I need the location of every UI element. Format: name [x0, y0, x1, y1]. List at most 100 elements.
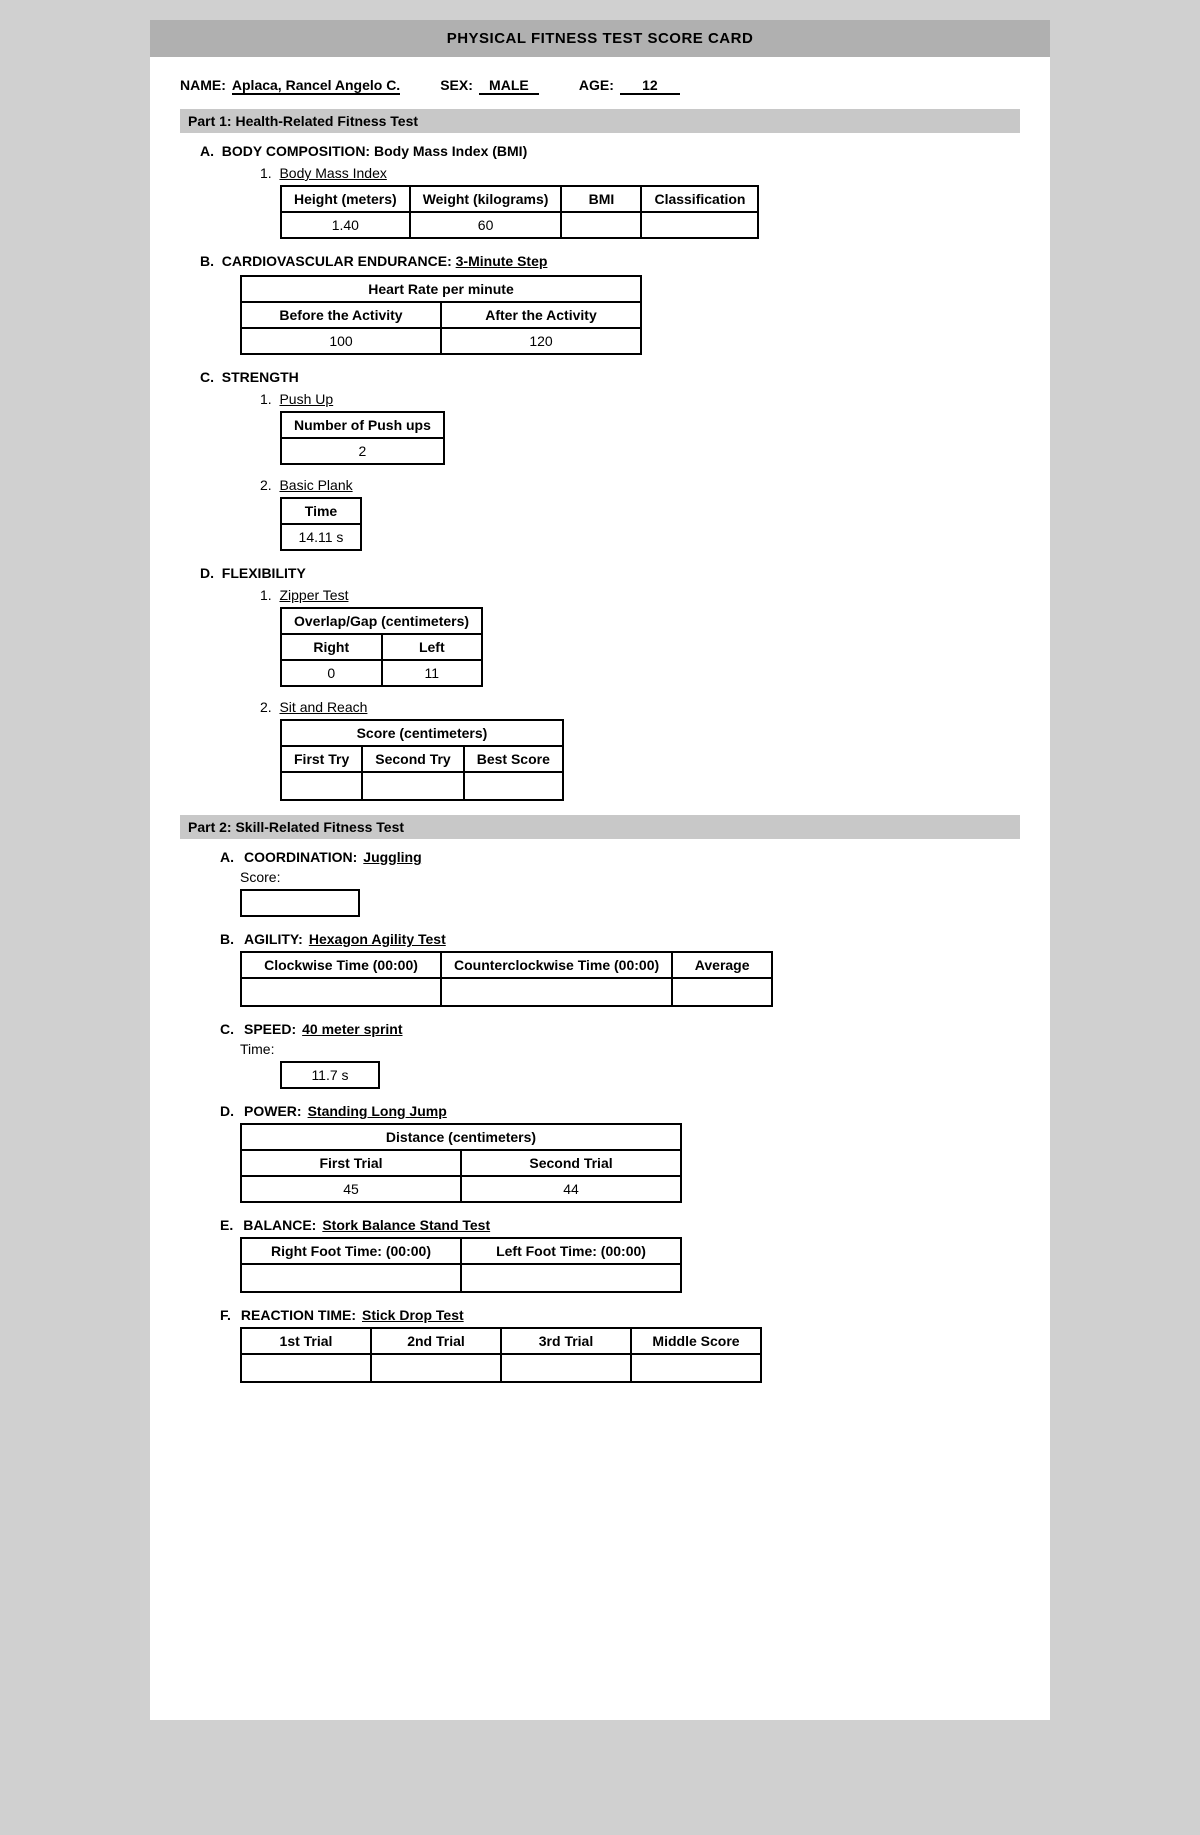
zipper-item: 1. Zipper Test Overlap/Gap (centimeters)… — [240, 587, 1020, 687]
coord-score-area: Score: — [240, 869, 1020, 917]
zipper-col1: Right — [281, 634, 382, 660]
sit-col1: First Try — [281, 746, 362, 772]
section-d-title: D. FLEXIBILITY — [200, 565, 1020, 581]
section-agility: B. AGILITY: Hexagon Agility Test Clockwi… — [200, 931, 1020, 1007]
pushup-item: 1. Push Up Number of Push ups 2 — [240, 391, 1020, 465]
student-info-row: NAME: Aplaca, Rancel Angelo C. SEX: MALE… — [180, 77, 1020, 95]
sex-field: SEX: MALE — [440, 77, 539, 95]
bmi-col4: Classification — [641, 186, 758, 212]
agility-col3: Average — [672, 952, 772, 978]
b-subtitle: 3-Minute Step — [456, 253, 548, 269]
a-label: A. — [200, 143, 214, 159]
d2-subtitle: Standing Long Jump — [308, 1103, 447, 1119]
plank-item: 2. Basic Plank Time 14.11 s — [240, 477, 1020, 551]
pushup-header: Number of Push ups — [281, 412, 444, 438]
zipper-table: Overlap/Gap (centimeters) Right Left 0 1… — [280, 607, 483, 687]
section-b: B. CARDIOVASCULAR ENDURANCE: 3-Minute St… — [200, 253, 1020, 355]
bmi-item: 1. Body Mass Index Height (meters) Weigh… — [240, 165, 1020, 239]
b2-title: AGILITY: — [244, 931, 303, 947]
a2-label: A. — [220, 849, 234, 865]
bmi-table: Height (meters) Weight (kilograms) BMI C… — [280, 185, 759, 239]
coord-score-box — [240, 889, 360, 917]
section-speed: C. SPEED: 40 meter sprint Time: 11.7 s — [200, 1021, 1020, 1089]
reaction-col4: Middle Score — [631, 1328, 761, 1354]
f2-subtitle: Stick Drop Test — [362, 1307, 464, 1323]
sit-val1 — [281, 772, 362, 800]
balance-title-row: E. BALANCE: Stork Balance Stand Test — [220, 1217, 1020, 1233]
a-subtitle: Body Mass Index (BMI) — [374, 143, 527, 159]
section-coord: A. COORDINATION: Juggling Score: — [200, 849, 1020, 917]
zipper-left: 11 — [382, 660, 483, 686]
c-title: STRENGTH — [222, 369, 299, 385]
balance-col2: Left Foot Time: (00:00) — [461, 1238, 681, 1264]
sex-value: MALE — [479, 77, 539, 95]
cardio-col1: Before the Activity — [241, 302, 441, 328]
section-a: A. BODY COMPOSITION: Body Mass Index (BM… — [200, 143, 1020, 239]
page-title: PHYSICAL FITNESS TEST SCORE CARD — [150, 20, 1050, 57]
c2-title: SPEED: — [244, 1021, 296, 1037]
sit-val3 — [464, 772, 563, 800]
section-reaction: F. REACTION TIME: Stick Drop Test 1st Tr… — [200, 1307, 1020, 1383]
d2-label: D. — [220, 1103, 234, 1119]
agility-col2: Counterclockwise Time (00:00) — [441, 952, 672, 978]
zipper-label: 1. Zipper Test — [260, 587, 1020, 603]
name-value: Aplaca, Rancel Angelo C. — [232, 77, 400, 95]
e2-title: BALANCE: — [243, 1217, 316, 1233]
bmi-class — [641, 212, 758, 238]
balance-col1: Right Foot Time: (00:00) — [241, 1238, 461, 1264]
bmi-val — [561, 212, 641, 238]
agility-table: Clockwise Time (00:00) Counterclockwise … — [240, 951, 773, 1007]
cardio-val2: 120 — [441, 328, 641, 354]
speed-area: Time: 11.7 s — [240, 1041, 1020, 1089]
power-col1: First Trial — [241, 1150, 461, 1176]
speed-time-label: Time: — [240, 1041, 1020, 1057]
reaction-val1 — [241, 1354, 371, 1382]
reaction-table: 1st Trial 2nd Trial 3rd Trial Middle Sco… — [240, 1327, 762, 1383]
part2-label: Part 2: Skill-Related Fitness Test — [188, 819, 404, 835]
f2-title: REACTION TIME: — [241, 1307, 356, 1323]
section-a-title: A. BODY COMPOSITION: Body Mass Index (BM… — [200, 143, 1020, 159]
sit-main-header: Score (centimeters) — [281, 720, 563, 746]
b2-subtitle: Hexagon Agility Test — [309, 931, 446, 947]
reaction-val4 — [631, 1354, 761, 1382]
name-field: NAME: Aplaca, Rancel Angelo C. — [180, 77, 400, 95]
power-col2: Second Trial — [461, 1150, 681, 1176]
part2-bar: Part 2: Skill-Related Fitness Test — [180, 815, 1020, 839]
age-label: AGE: — [579, 77, 614, 93]
reaction-col3: 3rd Trial — [501, 1328, 631, 1354]
a2-subtitle: Juggling — [363, 849, 421, 865]
sit-col2: Second Try — [362, 746, 463, 772]
zipper-right: 0 — [281, 660, 382, 686]
section-d: D. FLEXIBILITY 1. Zipper Test Overlap/Ga… — [200, 565, 1020, 801]
bmi-weight: 60 — [410, 212, 562, 238]
speed-val: 11.7 s — [311, 1067, 348, 1083]
section-c-title: C. STRENGTH — [200, 369, 1020, 385]
b-label: B. — [200, 253, 214, 269]
c2-label: C. — [220, 1021, 234, 1037]
section-balance: E. BALANCE: Stork Balance Stand Test Rig… — [200, 1217, 1020, 1293]
reaction-col2: 2nd Trial — [371, 1328, 501, 1354]
d-label: D. — [200, 565, 214, 581]
sex-label: SEX: — [440, 77, 473, 93]
coord-score-label: Score: — [240, 869, 1020, 885]
a2-title: COORDINATION: — [244, 849, 357, 865]
c-label: C. — [200, 369, 214, 385]
a-title: BODY COMPOSITION: — [222, 143, 370, 159]
sit-reach-table: Score (centimeters) First Try Second Try… — [280, 719, 564, 801]
f2-label: F. — [220, 1307, 231, 1323]
zipper-col2: Left — [382, 634, 483, 660]
power-val1: 45 — [241, 1176, 461, 1202]
name-label: NAME: — [180, 77, 226, 93]
pushup-val: 2 — [281, 438, 444, 464]
bmi-col2: Weight (kilograms) — [410, 186, 562, 212]
plank-table: Time 14.11 s — [280, 497, 362, 551]
sit-reach-label: 2. Sit and Reach — [260, 699, 1020, 715]
agility-val3 — [672, 978, 772, 1006]
reaction-col1: 1st Trial — [241, 1328, 371, 1354]
agility-col1: Clockwise Time (00:00) — [241, 952, 441, 978]
part1-label: Part 1: Health-Related Fitness Test — [188, 113, 418, 129]
plank-label: 2. Basic Plank — [260, 477, 1020, 493]
title-text: PHYSICAL FITNESS TEST SCORE CARD — [447, 30, 754, 47]
reaction-val3 — [501, 1354, 631, 1382]
section-c: C. STRENGTH 1. Push Up Number of Push up… — [200, 369, 1020, 551]
